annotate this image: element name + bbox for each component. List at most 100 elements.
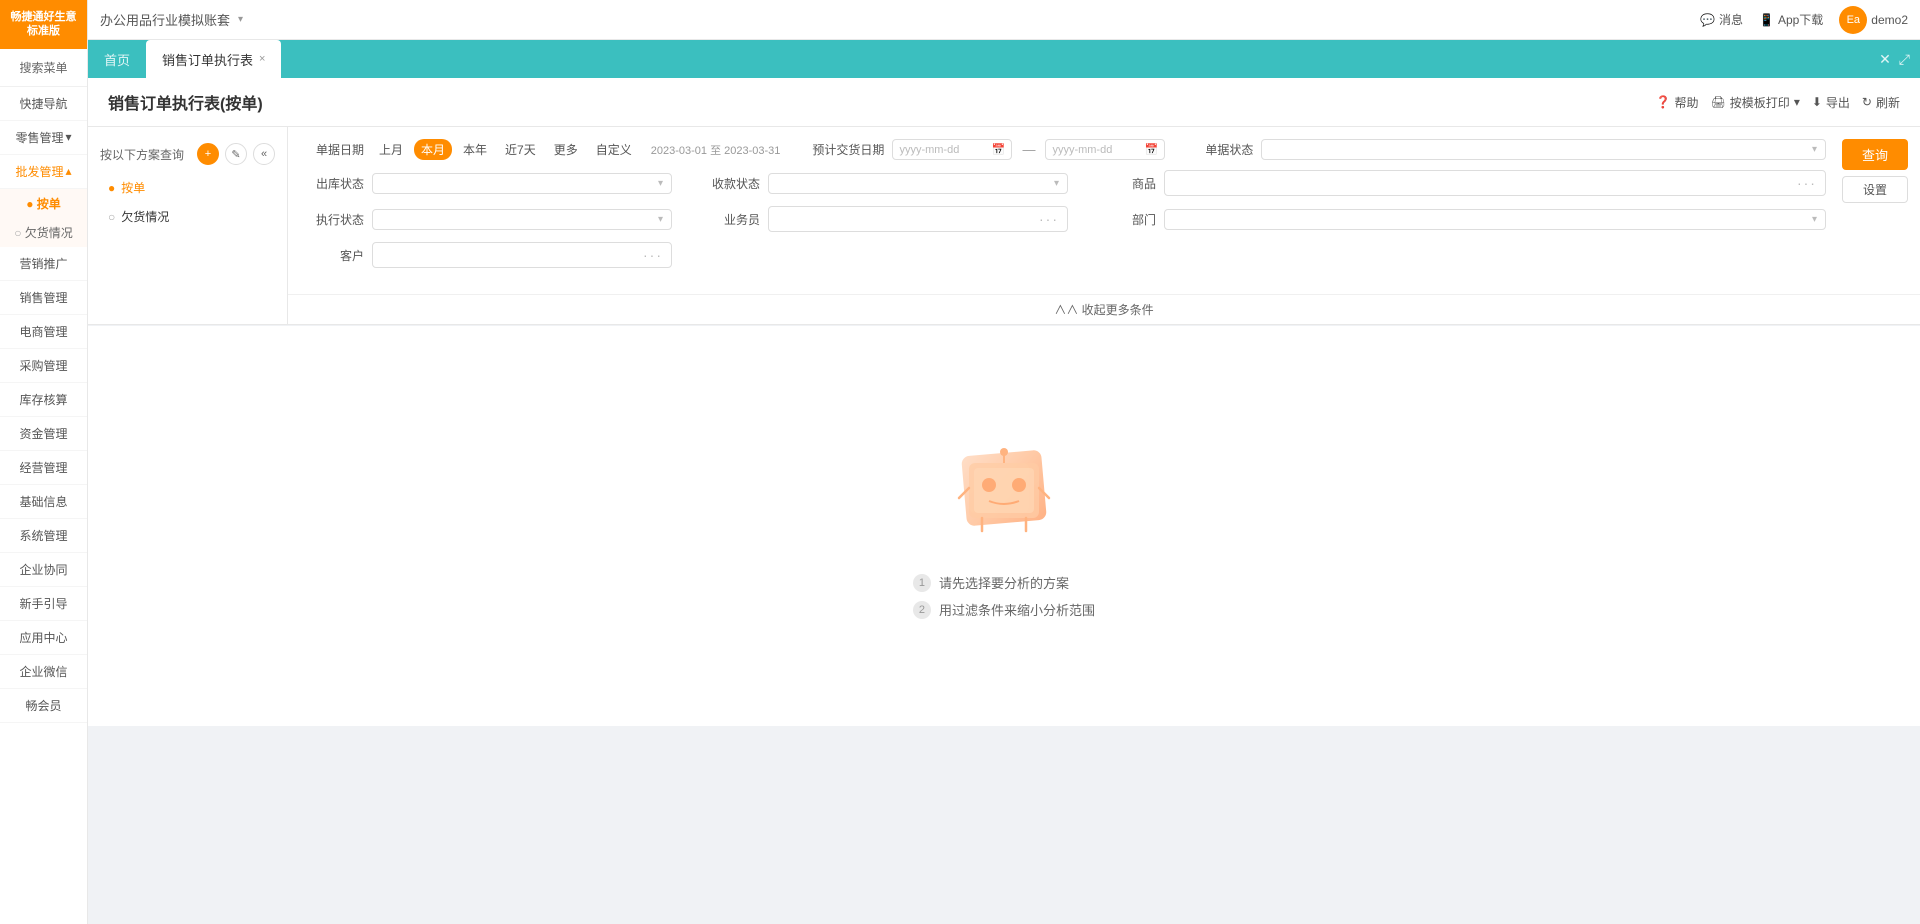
finance-label: 资金管理: [19, 427, 67, 441]
app-download-action[interactable]: 📱 App下载: [1759, 11, 1823, 28]
sidebar-item-operations[interactable]: 经营管理: [0, 451, 87, 485]
apps-label: 应用中心: [19, 631, 67, 645]
sidebar-item-purchase[interactable]: 采购管理: [0, 349, 87, 383]
sidebar-item-sales[interactable]: 销售管理: [0, 281, 87, 315]
sidebar-item-marketing[interactable]: 营销推广: [0, 247, 87, 281]
date-buttons: 上月 本月 本年 近7天 更多 自定义: [372, 139, 639, 160]
edit-scheme-icon[interactable]: ✎: [225, 143, 247, 165]
content: 销售订单执行表(按单) ❓ 帮助 🖨 按模板打印 ▾ ⬇ 导出 ↻ 刷新: [88, 78, 1920, 924]
wholesale-label: 批发管理: [15, 163, 63, 180]
orders-label: 按单: [37, 197, 61, 211]
tab-close-icon[interactable]: ×: [259, 53, 265, 65]
print-icon: 🖨: [1711, 95, 1726, 109]
dept-label: 部门: [1096, 211, 1156, 228]
message-action[interactable]: 💬 消息: [1700, 11, 1743, 28]
sidebar-search[interactable]: 搜索菜单: [0, 49, 87, 87]
salesperson-dots: ···: [1039, 211, 1059, 227]
sidebar-item-quick-nav[interactable]: 快捷导航: [0, 87, 87, 121]
sidebar-item-apps[interactable]: 应用中心: [0, 621, 87, 655]
dept-select[interactable]: ▾: [1164, 209, 1826, 230]
sidebar-item-wholesale[interactable]: 批发管理 ▴: [0, 155, 87, 189]
goods-select[interactable]: ···: [1164, 170, 1826, 196]
avatar: Ea: [1839, 6, 1867, 34]
window-close-icon[interactable]: ✕: [1879, 51, 1891, 68]
exec-status-select[interactable]: ▾: [372, 209, 672, 230]
calendar-icon-start: 📅: [992, 143, 1006, 156]
inventory-label: 库存核算: [19, 393, 67, 407]
goods-label: 商品: [1096, 175, 1156, 192]
scheme-item-orders[interactable]: ● 按单: [88, 173, 287, 202]
sales-label: 销售管理: [19, 291, 67, 305]
filter-query-col: 查询 设置: [1842, 127, 1920, 290]
topbar-right: 💬 消息 📱 App下载 Ea demo2: [1700, 6, 1908, 34]
user-action[interactable]: Ea demo2: [1839, 6, 1908, 34]
sidebar-item-orders[interactable]: ● 按单: [0, 189, 87, 218]
help-button[interactable]: ❓ 帮助: [1656, 94, 1699, 111]
marketing-label: 营销推广: [19, 257, 67, 271]
app-download-icon: 📱: [1759, 13, 1774, 27]
delivery-status-select[interactable]: ▾: [372, 173, 672, 194]
page-header: 销售订单执行表(按单) ❓ 帮助 🖨 按模板打印 ▾ ⬇ 导出 ↻ 刷新: [88, 78, 1920, 127]
tab-active-label: 销售订单执行表: [162, 50, 253, 69]
date-end-input[interactable]: yyyy-mm-dd 📅: [1045, 139, 1165, 160]
empty-hint-1: 1 请先选择要分析的方案: [913, 573, 1095, 592]
goods-dots: ···: [1797, 175, 1817, 191]
credit-icon: ○: [14, 226, 21, 240]
export-button[interactable]: ⬇ 导出: [1812, 94, 1850, 111]
filter-row-4: 客户 ···: [304, 242, 1826, 268]
settings-button[interactable]: 设置: [1842, 176, 1908, 203]
sidebar-item-inventory[interactable]: 库存核算: [0, 383, 87, 417]
scheme-orders-icon: ●: [108, 181, 115, 195]
collapse-icon: ∧∧: [1054, 303, 1078, 317]
collapse-scheme-icon[interactable]: «: [253, 143, 275, 165]
date-btn-last-month[interactable]: 上月: [372, 139, 410, 160]
main-area: 办公用品行业模拟账套 ▾ 💬 消息 📱 App下载 Ea demo2 首页: [88, 0, 1920, 924]
doc-status-select[interactable]: ▾: [1261, 139, 1826, 160]
date-start-input[interactable]: yyyy-mm-dd 📅: [892, 139, 1012, 160]
date-btn-more[interactable]: 更多: [547, 139, 585, 160]
breadcrumb-dropdown[interactable]: ▾: [238, 14, 243, 25]
sidebar-item-enterprise[interactable]: 企业协同: [0, 553, 87, 587]
collection-status-select[interactable]: ▾: [768, 173, 1068, 194]
scheme-orders-label: 按单: [121, 179, 145, 196]
tab-home-label: 首页: [104, 50, 130, 69]
sidebar-item-wechat[interactable]: 企业微信: [0, 655, 87, 689]
delivery-status-label: 出库状态: [304, 175, 364, 192]
date-btn-7days[interactable]: 近7天: [498, 139, 543, 160]
sidebar-logo[interactable]: 畅捷通好生意 标准版: [0, 0, 87, 49]
date-btn-custom[interactable]: 自定义: [589, 139, 639, 160]
sidebar-item-basic[interactable]: 基础信息: [0, 485, 87, 519]
sidebar-item-member[interactable]: 畅会员: [0, 689, 87, 723]
avatar-text: Ea: [1847, 14, 1860, 26]
filter-collapse[interactable]: ∧∧ 收起更多条件: [288, 294, 1920, 324]
sidebar-item-newbie[interactable]: 新手引导: [0, 587, 87, 621]
help-icon: ❓: [1656, 95, 1671, 109]
collection-chevron: ▾: [1054, 178, 1059, 189]
tab-home[interactable]: 首页: [88, 40, 146, 78]
query-button[interactable]: 查询: [1842, 139, 1908, 170]
date-range-text: 2023-03-01 至 2023-03-31: [651, 142, 781, 158]
scheme-item-credit[interactable]: ○ 欠货情况: [88, 202, 287, 231]
sidebar-item-credit[interactable]: ○ 欠货情况: [0, 218, 87, 247]
delivery-chevron: ▾: [658, 178, 663, 189]
filter-right-wrapper: 单据日期 上月 本月 本年 近7天 更多 自定义 2023-03-01 至 20…: [288, 127, 1920, 324]
add-scheme-icon[interactable]: +: [197, 143, 219, 165]
refresh-button[interactable]: ↻ 刷新: [1862, 94, 1900, 111]
date-btn-this-year[interactable]: 本年: [456, 139, 494, 160]
sidebar-item-system[interactable]: 系统管理: [0, 519, 87, 553]
customer-select[interactable]: ···: [372, 242, 672, 268]
sidebar-item-finance[interactable]: 资金管理: [0, 417, 87, 451]
filter-right: 单据日期 上月 本月 本年 近7天 更多 自定义 2023-03-01 至 20…: [288, 127, 1842, 290]
doc-status-chevron: ▾: [1812, 144, 1817, 155]
window-maximize-icon[interactable]: ⤢: [1899, 51, 1910, 68]
sidebar-item-retail[interactable]: 零售管理 ▾: [0, 121, 87, 155]
filter-left: 按以下方案查询 + ✎ « ● 按单 ○ 欠货情况: [88, 127, 288, 324]
salesperson-select[interactable]: ···: [768, 206, 1068, 232]
print-button[interactable]: 🖨 按模板打印 ▾: [1711, 94, 1800, 111]
date-end-placeholder: yyyy-mm-dd: [1052, 144, 1112, 156]
empty-hints: 1 请先选择要分析的方案 2 用过滤条件来缩小分析范围: [913, 573, 1095, 619]
date-btn-this-month[interactable]: 本月: [414, 139, 452, 160]
empty-illustration: [944, 433, 1064, 553]
sidebar-item-ecommerce[interactable]: 电商管理: [0, 315, 87, 349]
tab-active[interactable]: 销售订单执行表 ×: [146, 40, 281, 78]
